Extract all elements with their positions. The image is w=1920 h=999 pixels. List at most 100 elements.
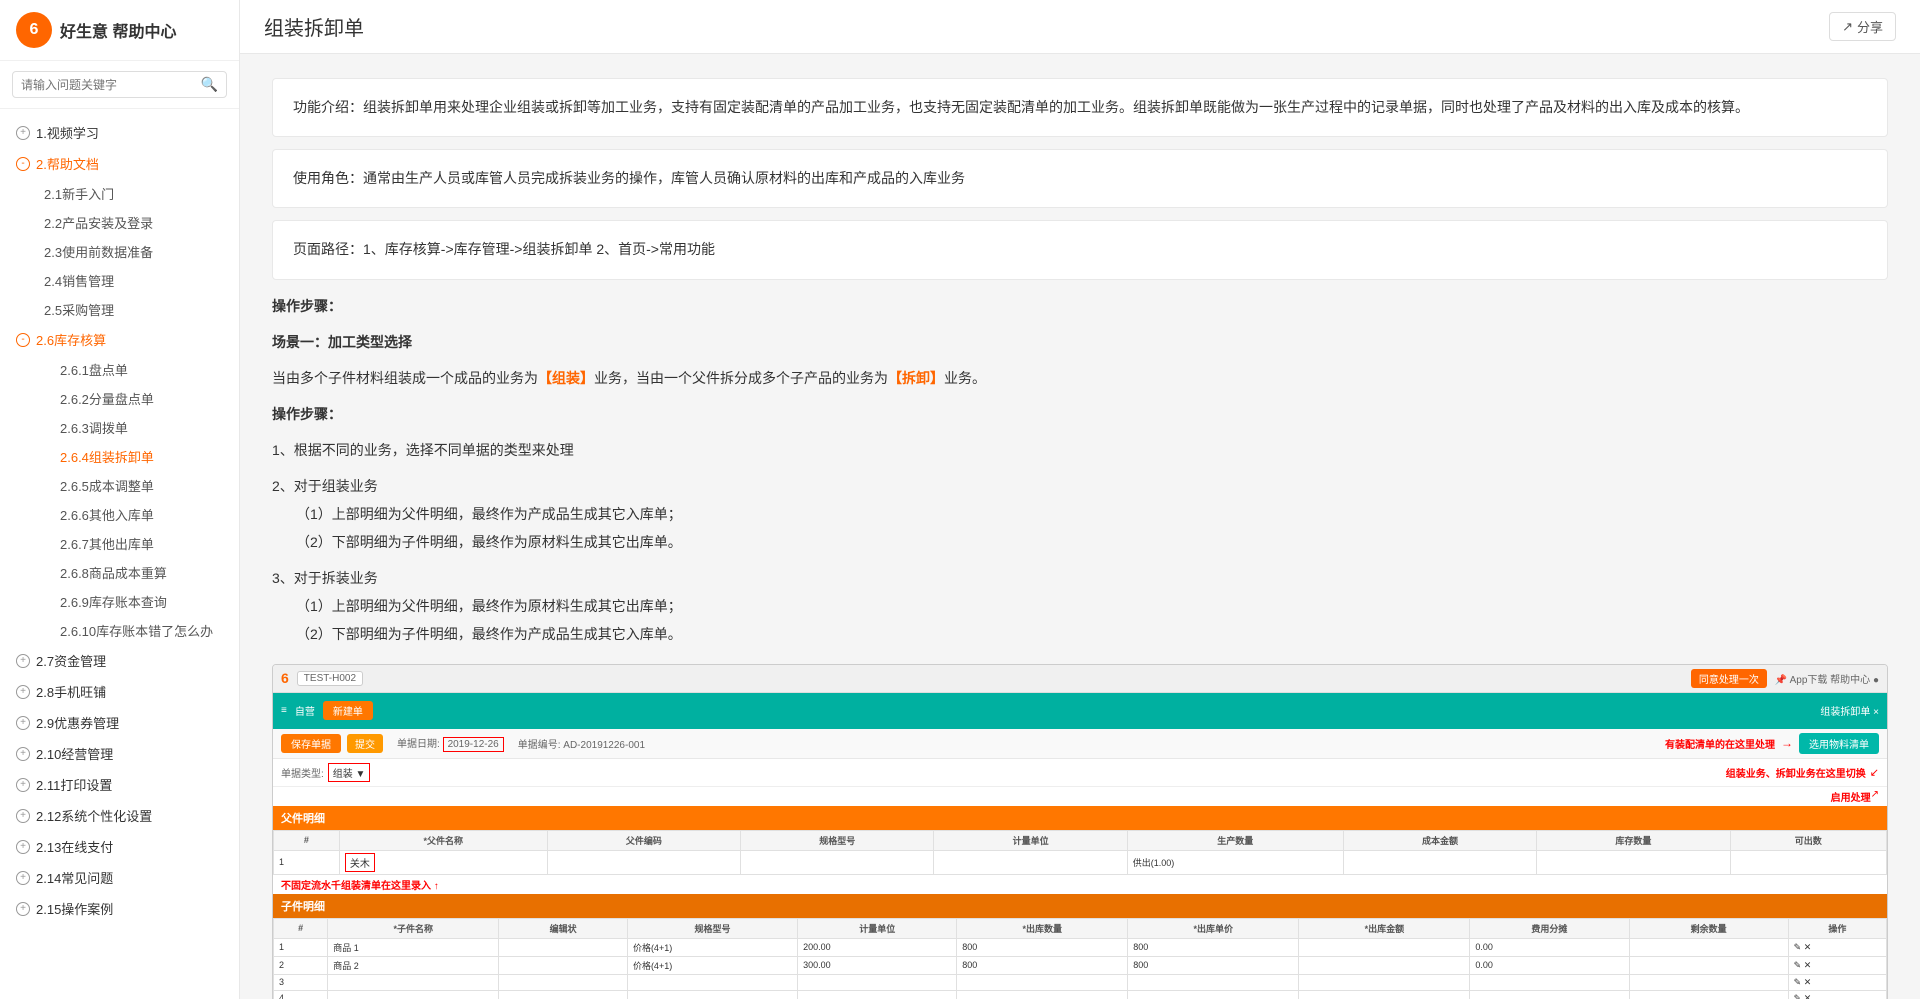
sim-toolbar-save-btn[interactable]: 保存单据: [281, 734, 341, 753]
sim-agree-btn[interactable]: 同意处理一次: [1691, 669, 1767, 688]
annotation4-text: 不固定流水千组装清单在这里录入: [281, 881, 431, 892]
expand-icon-2-14: +: [16, 871, 30, 885]
sidebar-item-2-11[interactable]: + 2.11打印设置: [0, 769, 239, 800]
table-row: 4✎ ✕: [274, 990, 1887, 999]
annotation1-text: 有装配清单的在这里处理: [1665, 736, 1775, 751]
user-role-text: 使用角色：通常由生产人员或库管人员完成拆装业务的操作，库管人员确认原材料的出库和…: [293, 170, 965, 186]
sidebar-item-2-10[interactable]: + 2.10经营管理: [0, 738, 239, 769]
sim-icons: 📌 App下载 帮助中心 ●: [1775, 671, 1879, 686]
step2-1: （1）上部明细为父件明细，最终作为产成品生成其它入库单；: [272, 500, 1888, 528]
sidebar-item-2-3[interactable]: 2.3使用前数据准备: [0, 237, 239, 266]
search-box: 🔍: [12, 71, 227, 98]
sim-bottom-section-header: 子件明细: [273, 894, 1887, 918]
ops-steps-title: 操作步骤：: [272, 292, 1888, 320]
sidebar-item-2-4[interactable]: 2.4销售管理: [0, 266, 239, 295]
step3: 3、对于拆装业务 （1）上部明细为父件明细，最终作为原材料生成其它出库单； （2…: [272, 564, 1888, 648]
sim-top-section-header: 父件明细: [273, 806, 1887, 830]
sidebar-item-2-6-8[interactable]: 2.6.8商品成本重算: [0, 558, 239, 587]
step1: 1、根据不同的业务，选择不同单据的类型来处理: [272, 436, 1888, 464]
search-icon: 🔍: [201, 76, 218, 93]
sidebar-item-2-6-10[interactable]: 2.6.10库存账本错了怎么办: [0, 616, 239, 645]
sidebar-item-2-6-4[interactable]: 2.6.4组装拆卸单: [0, 442, 239, 471]
table-row: 1 商品 1 价格(4+1) 200.00 800 800 0.00 ✎: [274, 938, 1887, 956]
annotation-arrow2: ↙: [1870, 766, 1879, 779]
scenario1-title: 场景一：加工类型选择: [272, 328, 1888, 356]
sim-nav-right: 组装拆卸单 ×: [1820, 703, 1879, 718]
sidebar-item-2-5[interactable]: 2.5采购管理: [0, 295, 239, 324]
sim-type-label: 单据类型:: [281, 765, 324, 780]
sim-bottom-table: # *子件名称 编辑状 规格型号 计量单位 *出库数量 *出库单价 *出库金额 …: [273, 918, 1887, 999]
page-title: 组装拆卸单: [264, 12, 364, 41]
table-row: 2 商品 2 价格(4+1) 300.00 800 800 0.00 ✎: [274, 956, 1887, 974]
sidebar-item-2-6-5[interactable]: 2.6.5成本调整单: [0, 471, 239, 500]
sidebar-item-2-7[interactable]: + 2.7资金管理: [0, 645, 239, 676]
share-button[interactable]: ↗ 分享: [1829, 12, 1896, 41]
user-role-block: 使用角色：通常由生产人员或库管人员完成拆装业务的操作，库管人员确认原材料的出库和…: [272, 149, 1888, 208]
nav-tree: + 1.视频学习 - 2.帮助文档 2.1新手入门 2.2产品安装及登录 2.3…: [0, 109, 239, 999]
screenshot-container: 6 TEST-H002 同意处理一次 📌 App下载 帮助中心 ● ≡ 自营 新…: [272, 664, 1888, 999]
sidebar-item-2-13[interactable]: + 2.13在线支付: [0, 831, 239, 862]
sim-th-code: 父件编码: [547, 830, 740, 850]
sim-nav-label1: 自营: [295, 703, 315, 718]
sim-date-field: 2019-12-26: [443, 737, 504, 752]
annotation3-text: 启用处理: [1831, 789, 1871, 804]
annotation-arrow4: ↑: [434, 881, 439, 892]
expand-icon-2-13: +: [16, 840, 30, 854]
sidebar-item-2-8[interactable]: + 2.8手机旺铺: [0, 676, 239, 707]
sim-logo-icon: 6: [281, 670, 289, 686]
step3-1: （1）上部明细为父件明细，最终作为原材料生成其它出库单；: [272, 592, 1888, 620]
sidebar-item-2-6[interactable]: - 2.6库存核算: [0, 324, 239, 355]
sidebar-item-2-12[interactable]: + 2.12系统个性化设置: [0, 800, 239, 831]
top-bar: 组装拆卸单 ↗ 分享: [240, 0, 1920, 54]
expand-icon-2: -: [16, 157, 30, 171]
sidebar-item-2-2[interactable]: 2.2产品安装及登录: [0, 208, 239, 237]
feature-intro-block: 功能介绍：组装拆卸单用来处理企业组装或拆卸等加工业务，支持有固定装配清单的产品加…: [272, 78, 1888, 137]
page-path-block: 页面路径：1、库存核算->库存管理->组装拆卸单 2、首页->常用功能: [272, 220, 1888, 279]
sidebar-item-2-14[interactable]: + 2.14常见问题: [0, 862, 239, 893]
sim-form-date: 单据日期: 2019-12-26: [397, 735, 504, 752]
sidebar-item-2-6-7[interactable]: 2.6.7其他出库单: [0, 529, 239, 558]
logo-area: 6 好生意 帮助中心: [0, 0, 239, 61]
sim-toolbar: 保存单据 提交 单据日期: 2019-12-26 单据编号: AD-201912…: [273, 729, 1887, 759]
table-row: 3✎ ✕: [274, 974, 1887, 990]
step3-2: （2）下部明细为子件明细，最终作为产成品生成其它入库单。: [272, 620, 1888, 648]
sim-th-cost: 成本金额: [1343, 830, 1536, 850]
expand-icon-2-6: -: [16, 333, 30, 347]
sim-form-number: 单据编号: AD-20191226-001: [518, 736, 645, 751]
sidebar-item-2[interactable]: - 2.帮助文档: [0, 148, 239, 179]
sim-select-bom-btn[interactable]: 选用物料清单: [1799, 733, 1879, 754]
sim-navbar: ≡ 自营 新建单 组装拆卸单 ×: [273, 693, 1887, 729]
sim-new-order-btn[interactable]: 新建单: [323, 701, 373, 720]
feature-intro-text: 功能介绍：组装拆卸单用来处理企业组装或拆卸等加工业务，支持有固定装配清单的产品加…: [293, 99, 1749, 115]
sim-toolbar-action-btn[interactable]: 提交: [347, 734, 383, 753]
annotation-arrow3: ↗: [1871, 789, 1879, 804]
sidebar: 6 好生意 帮助中心 🔍 + 1.视频学习 - 2.帮助文档 2.1新手入门 2…: [0, 0, 240, 999]
sidebar-item-2-15[interactable]: + 2.15操作案例: [0, 893, 239, 924]
sidebar-item-label-1: 1.视频学习: [36, 123, 99, 142]
expand-icon-2-11: +: [16, 778, 30, 792]
scenario1-desc-text: 当由多个子件材料组装成一个成品的业务为【组装】业务，当由一个父件拆分成多个子产品…: [272, 370, 986, 386]
sidebar-item-2-9[interactable]: + 2.9优惠券管理: [0, 707, 239, 738]
sim-th-name: *父件名称: [339, 830, 547, 850]
sim-topbar: 6 TEST-H002 同意处理一次 📌 App下载 帮助中心 ●: [273, 665, 1887, 693]
steps-area: 操作步骤： 场景一：加工类型选择 当由多个子件材料组装成一个成品的业务为【组装】…: [272, 292, 1888, 999]
sim-nav-icon: ≡: [281, 705, 287, 716]
sim-th-stock: 库存数量: [1537, 830, 1730, 850]
sim-th-spec: 规格型号: [741, 830, 934, 850]
sim-top-table: # *父件名称 父件编码 规格型号 计量单位 生产数量 成本金额 库存数量 可出…: [273, 830, 1887, 875]
search-input[interactable]: [21, 78, 201, 92]
sidebar-item-1[interactable]: + 1.视频学习: [0, 117, 239, 148]
step2-2: （2）下部明细为子件明细，最终作为原材料生成其它出库单。: [272, 528, 1888, 556]
sim-annotation3-row: 启用处理 ↗: [273, 787, 1887, 806]
expand-icon-2-10: +: [16, 747, 30, 761]
sidebar-item-2-6-6[interactable]: 2.6.6其他入库单: [0, 500, 239, 529]
sidebar-item-2-6-1[interactable]: 2.6.1盘点单: [0, 355, 239, 384]
sidebar-item-2-1[interactable]: 2.1新手入门: [0, 179, 239, 208]
sim-parent-name-field: 关木: [345, 853, 375, 872]
share-icon: ↗: [1842, 19, 1853, 35]
sidebar-item-2-6-3[interactable]: 2.6.3调拨单: [0, 413, 239, 442]
sidebar-item-2-6-9[interactable]: 2.6.9库存账本查询: [0, 587, 239, 616]
sidebar-item-2-6-2[interactable]: 2.6.2分量盘点单: [0, 384, 239, 413]
expand-icon-2-8: +: [16, 685, 30, 699]
sim-th-qty: 生产数量: [1127, 830, 1343, 850]
